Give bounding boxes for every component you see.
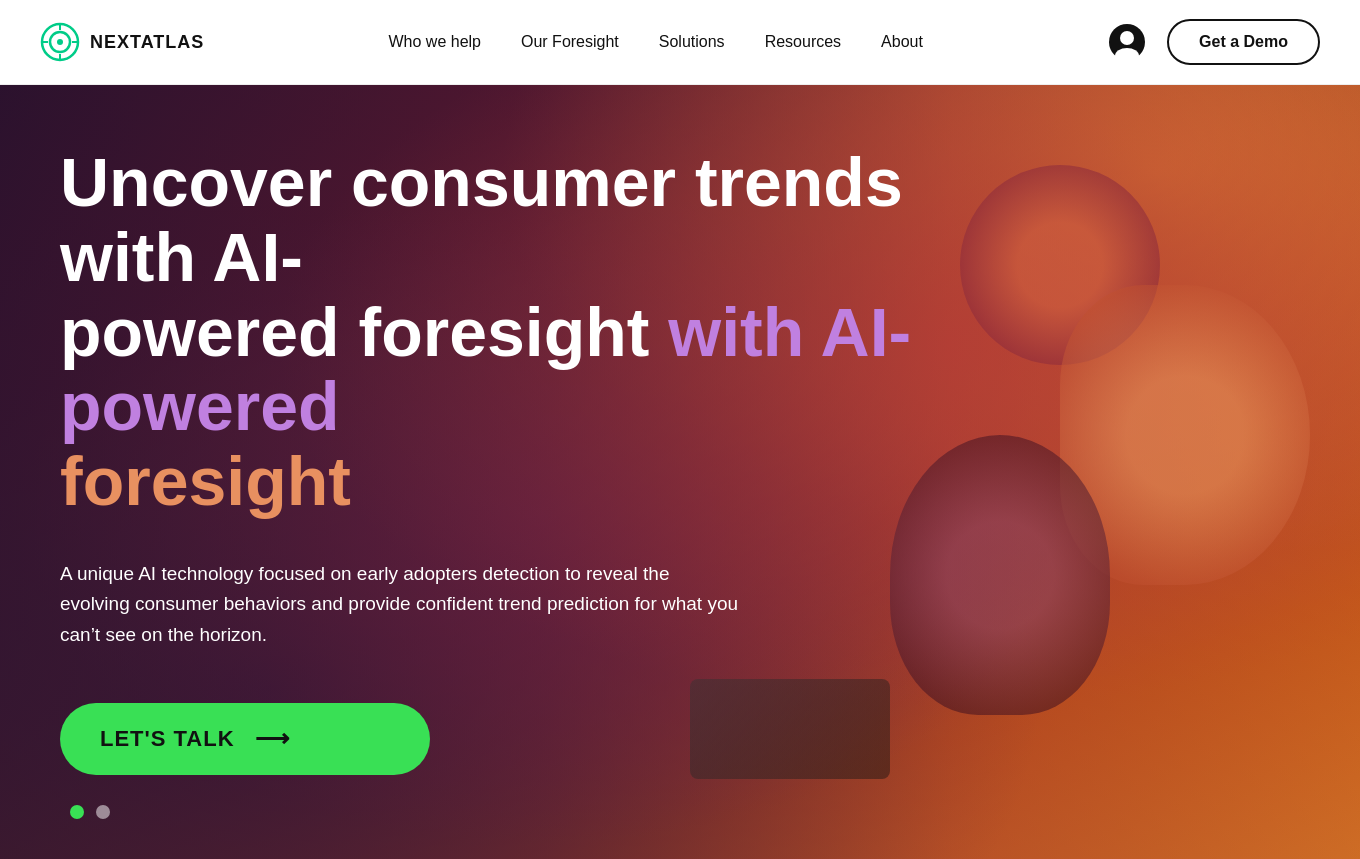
headline-line-2: powered foresight with AI-powered (60, 295, 960, 445)
headline-white-text-2: powered foresight (60, 294, 668, 370)
hero-subtitle: A unique AI technology focused on early … (60, 559, 740, 650)
lets-talk-label: LET'S TALK (100, 726, 235, 752)
headline-white-text: Uncover consumer trends with AI- (60, 144, 903, 295)
get-demo-button[interactable]: Get a Demo (1167, 19, 1320, 65)
hero-text-block: Uncover consumer trends with AI- powered… (60, 145, 960, 650)
nav-item-about[interactable]: About (881, 33, 923, 51)
nav-link-solutions[interactable]: Solutions (659, 33, 725, 50)
logo-icon (40, 22, 80, 62)
navbar: NEXTATLAS Who we help Our Foresight Solu… (0, 0, 1360, 85)
headline-line-3: foresight (60, 444, 960, 519)
nav-links: Who we help Our Foresight Solutions Reso… (388, 33, 922, 51)
nav-link-who-we-help[interactable]: Who we help (388, 33, 481, 50)
svg-point-2 (57, 39, 63, 45)
logo-text: NEXTATLAS (90, 32, 204, 53)
nav-link-resources[interactable]: Resources (765, 33, 841, 50)
hero-section: NEXTATLAS Who we help Our Foresight Solu… (0, 0, 1360, 859)
nav-item-who-we-help[interactable]: Who we help (388, 33, 481, 51)
lets-talk-button[interactable]: LET'S TALK ⟶ (60, 703, 430, 775)
account-icon[interactable] (1107, 22, 1147, 62)
nav-link-our-foresight[interactable]: Our Foresight (521, 33, 619, 50)
nav-item-resources[interactable]: Resources (765, 33, 841, 51)
hero-headline: Uncover consumer trends with AI- powered… (60, 145, 960, 519)
hero-bottom: LET'S TALK ⟶ (60, 703, 1300, 819)
carousel-dot-1[interactable] (70, 805, 84, 819)
carousel-dot-2[interactable] (96, 805, 110, 819)
nav-link-about[interactable]: About (881, 33, 923, 50)
nav-item-solutions[interactable]: Solutions (659, 33, 725, 51)
headline-orange-text: foresight (60, 443, 351, 519)
arrow-right-icon: ⟶ (255, 725, 290, 753)
nav-right: Get a Demo (1107, 19, 1320, 65)
headline-line-1: Uncover consumer trends with AI- (60, 145, 960, 295)
logo-link[interactable]: NEXTATLAS (40, 22, 204, 62)
svg-point-8 (1120, 31, 1134, 45)
carousel-dots (60, 805, 1300, 819)
hero-content: Uncover consumer trends with AI- powered… (0, 85, 1360, 859)
nav-item-our-foresight[interactable]: Our Foresight (521, 33, 619, 51)
